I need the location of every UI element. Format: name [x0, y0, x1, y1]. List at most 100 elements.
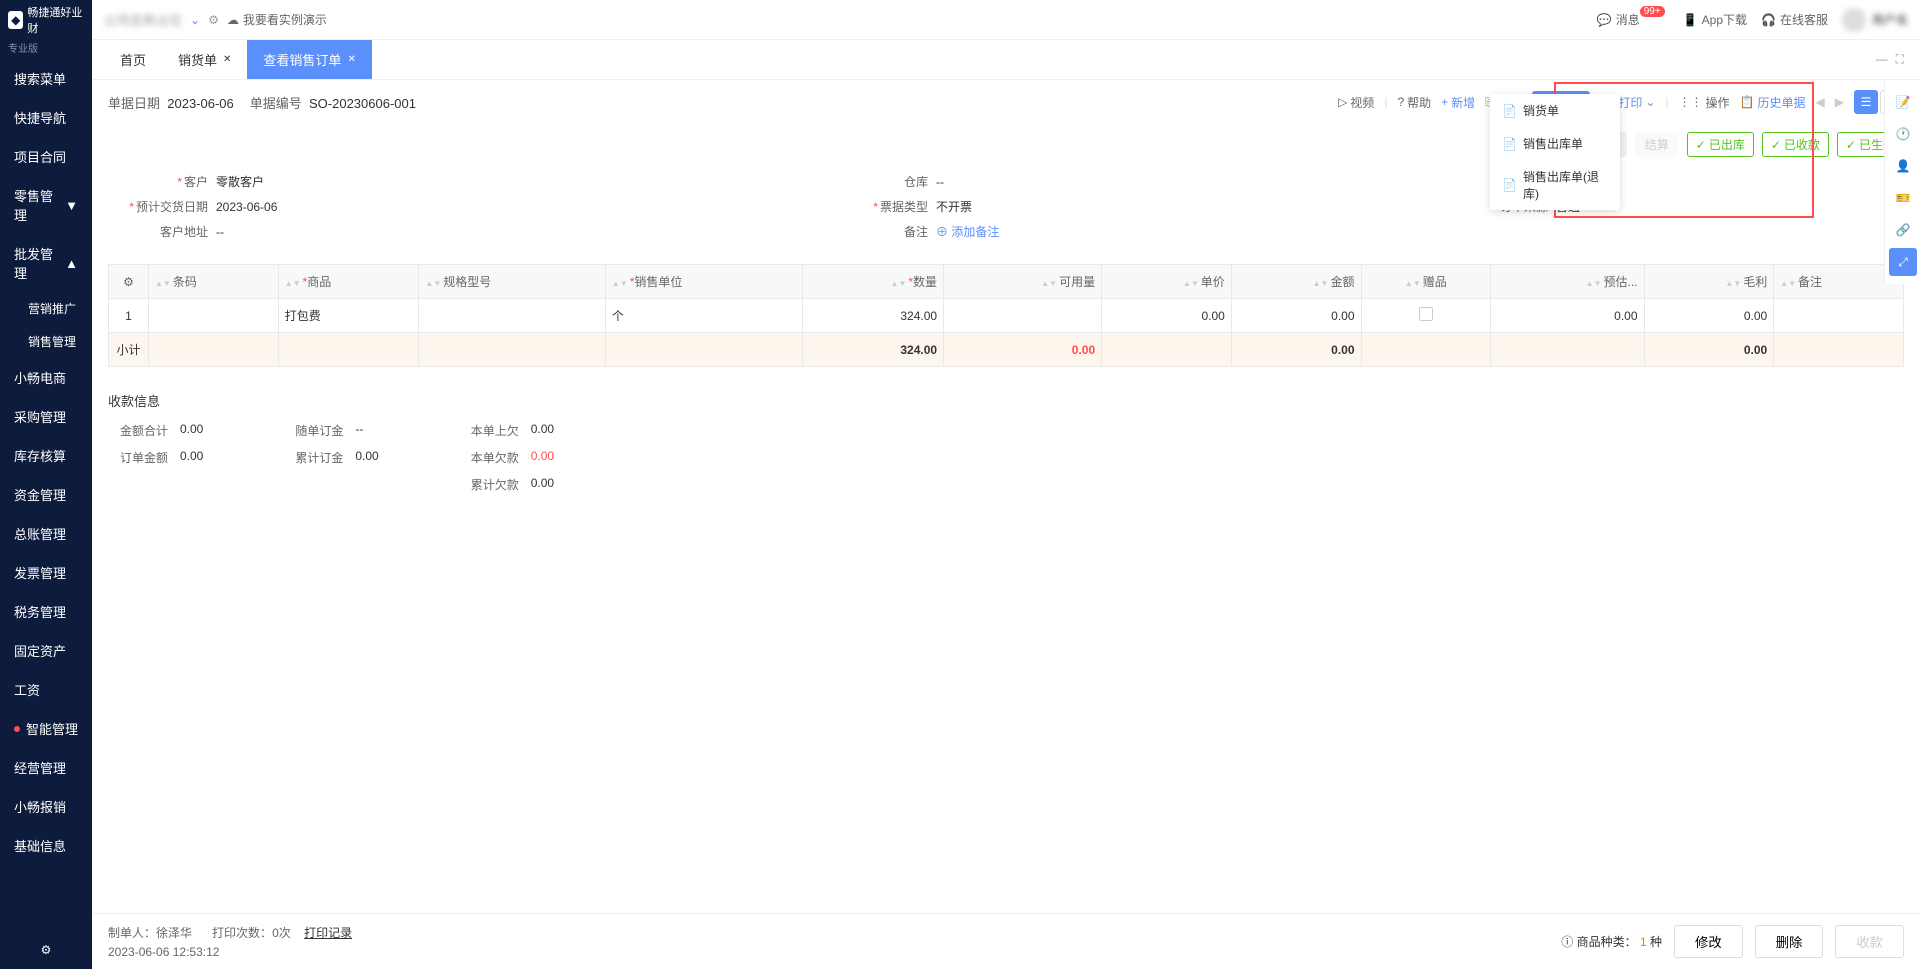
- fullscreen-icon[interactable]: ⛶: [1896, 52, 1904, 67]
- this-owe-label: 本单欠款: [459, 449, 519, 466]
- items-table: ⚙ ▲▼条码 ▲▼*商品 ▲▼规格型号 ▲▼*销售单位 ▲▼*数量 ▲▼可用量 …: [108, 264, 1904, 367]
- prev-icon[interactable]: ◀: [1816, 95, 1825, 109]
- dropdown-return[interactable]: 📄销售出库单(退库): [1490, 160, 1620, 210]
- nav-purchase[interactable]: 采购管理: [0, 397, 92, 436]
- subtotal-avail: 0.00: [944, 333, 1102, 367]
- tab-sales-doc[interactable]: 销货单 ✕: [162, 40, 247, 79]
- edit-button[interactable]: 修改: [1674, 925, 1743, 958]
- gear-icon[interactable]: ⚙: [208, 13, 219, 27]
- check-icon: ✓: [1771, 138, 1781, 152]
- history-button[interactable]: 📋历史单据: [1740, 94, 1806, 111]
- doc-date-label: 单据日期: [108, 96, 160, 111]
- nav-expense[interactable]: 小畅报销: [0, 787, 92, 826]
- th-product[interactable]: ▲▼*商品: [278, 265, 419, 299]
- app-download[interactable]: 📱 App下载: [1683, 11, 1747, 28]
- settle-tag: 结算: [1635, 132, 1679, 157]
- nav-inventory[interactable]: 库存核算: [0, 436, 92, 475]
- nav-tax[interactable]: 税务管理: [0, 592, 92, 631]
- dropdown-sales-doc[interactable]: 📄销货单: [1490, 94, 1620, 127]
- nav-business[interactable]: 经营管理: [0, 748, 92, 787]
- subtotal-label: 小计: [109, 333, 149, 367]
- total-value: 0.00: [180, 422, 203, 439]
- generate-dropdown: 📄销货单 📄销售出库单 📄销售出库单(退库): [1490, 94, 1620, 210]
- nav-asset[interactable]: 固定资产: [0, 631, 92, 670]
- row-amount: 0.00: [1231, 299, 1361, 333]
- add-remark-link[interactable]: ⊕ 添加备注: [936, 223, 999, 240]
- nav-sales[interactable]: 销售管理: [0, 325, 92, 358]
- table-row[interactable]: 1 打包费 个 324.00 0.00 0.00 0.00 0.00: [109, 299, 1904, 333]
- th-spec[interactable]: ▲▼规格型号: [419, 265, 605, 299]
- next-icon[interactable]: ▶: [1835, 95, 1844, 109]
- th-unit[interactable]: ▲▼*销售单位: [605, 265, 802, 299]
- cum-deposit-value: 0.00: [355, 449, 378, 466]
- side-coupon-icon[interactable]: 🎫: [1889, 184, 1917, 212]
- row-avail: [944, 299, 1102, 333]
- chevron-down-icon: ▼: [65, 198, 78, 213]
- side-person-icon[interactable]: 👤: [1889, 152, 1917, 180]
- side-history-icon[interactable]: 🕐: [1889, 120, 1917, 148]
- th-qty[interactable]: ▲▼*数量: [803, 265, 944, 299]
- operate-button[interactable]: ⋮⋮操作: [1679, 94, 1730, 111]
- footer: 制单人：徐泽华 打印次数：0次 打印记录 2023-06-06 12:53:12…: [92, 913, 1920, 969]
- dropdown-outbound[interactable]: 📄销售出库单: [1490, 127, 1620, 160]
- toolbar: 单据日期 2023-06-06 单据编号 SO-20230606-001 ▷视频…: [92, 80, 1920, 124]
- nav-search[interactable]: 搜索菜单: [0, 59, 92, 98]
- settings-button[interactable]: ⚙: [0, 931, 92, 969]
- order-label: 订单金额: [108, 449, 168, 466]
- th-avail[interactable]: ▲▼可用量: [944, 265, 1102, 299]
- user-avatar[interactable]: 用户名: [1842, 8, 1908, 32]
- delivery-value: 2023-06-06: [216, 200, 277, 214]
- avatar-icon: [1842, 8, 1866, 32]
- receive-button[interactable]: 收款: [1835, 925, 1904, 958]
- cloud-icon: ☁: [227, 13, 239, 27]
- remark-label: 备注: [904, 225, 928, 239]
- nav-quicknav[interactable]: 快捷导航: [0, 98, 92, 137]
- demo-link[interactable]: ☁ 我要看实例演示: [227, 11, 327, 28]
- side-expand-icon[interactable]: ⤢: [1889, 248, 1917, 276]
- nav-project[interactable]: 项目合同: [0, 137, 92, 176]
- th-barcode[interactable]: ▲▼条码: [149, 265, 279, 299]
- this-owe-value: 0.00: [531, 449, 554, 466]
- close-icon[interactable]: ✕: [347, 54, 355, 65]
- nav-basic[interactable]: 基础信息: [0, 826, 92, 865]
- th-profit[interactable]: ▲▼毛利: [1644, 265, 1774, 299]
- nav-wholesale[interactable]: 批发管理▲: [0, 234, 92, 292]
- video-link[interactable]: ▷视频: [1338, 94, 1374, 111]
- th-amount[interactable]: ▲▼金额: [1231, 265, 1361, 299]
- list-view-button[interactable]: ☰: [1854, 90, 1878, 114]
- nav-ai[interactable]: 智能管理: [0, 709, 92, 748]
- print-log-link[interactable]: 打印记录: [304, 926, 352, 940]
- nav-retail[interactable]: 零售管理▼: [0, 176, 92, 234]
- nav-salary[interactable]: 工资: [0, 670, 92, 709]
- doc-no-label: 单据编号: [250, 96, 302, 111]
- side-note-icon[interactable]: 📝: [1889, 88, 1917, 116]
- side-link-icon[interactable]: 🔗: [1889, 216, 1917, 244]
- chevron-down-icon[interactable]: ⌄: [190, 13, 200, 27]
- th-gear[interactable]: ⚙: [109, 265, 149, 299]
- row-spec: [419, 299, 605, 333]
- close-icon[interactable]: ✕: [223, 54, 231, 65]
- checkbox-icon[interactable]: [1419, 307, 1433, 321]
- row-idx: 1: [109, 299, 149, 333]
- collapse-icon[interactable]: —: [1876, 52, 1888, 67]
- tab-home[interactable]: 首页: [104, 40, 162, 79]
- sort-icon: ▲▼: [155, 281, 171, 286]
- delete-button[interactable]: 删除: [1755, 925, 1824, 958]
- maker-label: 制单人：: [108, 926, 156, 940]
- nav-marketing[interactable]: 营销推广: [0, 292, 92, 325]
- th-est[interactable]: ▲▼预估...: [1491, 265, 1644, 299]
- sort-icon: ▲▼: [1725, 281, 1741, 286]
- th-price[interactable]: ▲▼单价: [1102, 265, 1232, 299]
- nav-ledger[interactable]: 总账管理: [0, 514, 92, 553]
- message-button[interactable]: 💬 消息 99+: [1597, 11, 1669, 28]
- new-button[interactable]: +新增: [1441, 94, 1475, 111]
- nav-fund[interactable]: 资金管理: [0, 475, 92, 514]
- row-barcode: [149, 299, 279, 333]
- nav-invoice[interactable]: 发票管理: [0, 553, 92, 592]
- sort-icon: ▲▼: [891, 281, 907, 286]
- th-gift[interactable]: ▲▼赠品: [1361, 265, 1491, 299]
- tab-view-order[interactable]: 查看销售订单 ✕: [247, 40, 371, 79]
- nav-ecommerce[interactable]: 小畅电商: [0, 358, 92, 397]
- help-link[interactable]: ?帮助: [1397, 94, 1431, 111]
- service-button[interactable]: 🎧 在线客服: [1761, 11, 1828, 28]
